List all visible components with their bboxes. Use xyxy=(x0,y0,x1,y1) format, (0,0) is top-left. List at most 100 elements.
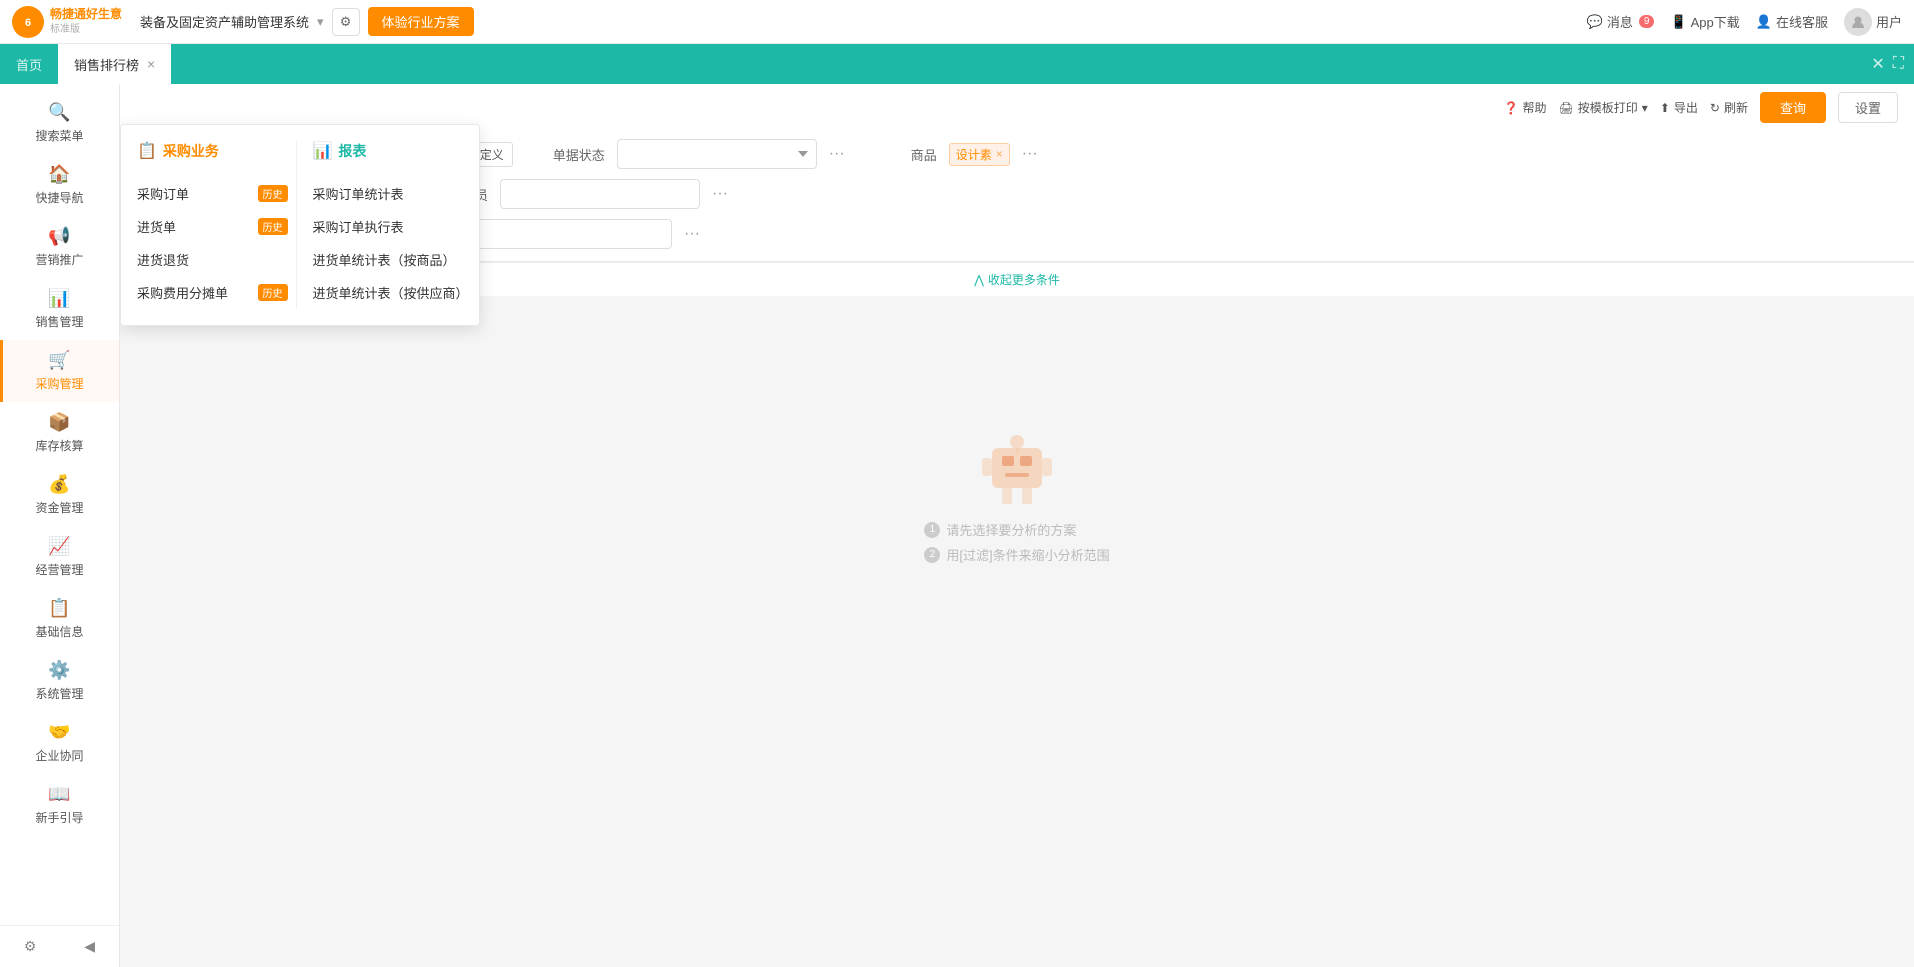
help-btn[interactable]: ❓ 帮助 xyxy=(1504,92,1547,123)
dropdown-item-purchase-order[interactable]: 采购订单 历史 xyxy=(137,177,288,210)
message-badge: 9 xyxy=(1639,15,1655,28)
dropdown-item-receipt-by-goods[interactable]: 进货单统计表（按商品） xyxy=(313,243,464,276)
online-service-btn[interactable]: 👤 在线客服 xyxy=(1756,12,1828,31)
finance-icon: 💰 xyxy=(48,474,70,495)
guide-icon: 📖 xyxy=(48,784,70,805)
top-header: 6 畅捷通好生意 标准版 装备及固定资产辅助管理系统 ▾ ⚙ 体验行业方案 💬 … xyxy=(0,0,1914,44)
sidebar-item-inventory[interactable]: 📦 库存核算 xyxy=(0,402,119,464)
customer-input[interactable] xyxy=(472,219,672,249)
system-title: 装备及固定资产辅助管理系统 xyxy=(140,12,309,31)
header-settings-btn[interactable]: ⚙ xyxy=(332,8,360,36)
refresh-btn[interactable]: ↻ 刷新 xyxy=(1710,92,1748,123)
doc-status-label: 单据状态 xyxy=(545,145,605,164)
dropdown-item-po-stats[interactable]: 采购订单统计表 xyxy=(313,177,464,210)
svg-text:6: 6 xyxy=(25,17,31,29)
content-area: 📋 采购业务 采购订单 历史 进货单 历史 进货退货 xyxy=(120,84,1914,967)
goods-tag-area: 设计素 × xyxy=(949,143,1010,166)
logo-text: 畅捷通好生意 标准版 xyxy=(50,7,122,36)
query-button[interactable]: 查询 xyxy=(1760,92,1826,123)
sidebar-item-enterprise[interactable]: 🤝 企业协同 xyxy=(0,712,119,774)
header-middle: 装备及固定资产辅助管理系统 ▾ ⚙ 体验行业方案 xyxy=(132,7,1587,36)
refresh-icon: ↻ xyxy=(1710,101,1720,115)
sidebar: 🔍 搜索菜单 🏠 快捷导航 📢 营销推广 📊 销售管理 🛒 采购管理 📦 库存核… xyxy=(0,84,120,967)
system-dropdown-arrow[interactable]: ▾ xyxy=(317,14,324,30)
collapse-icon: ⋀ xyxy=(974,273,984,287)
dropdown-col-report: 📊 报表 采购订单统计表 采购订单执行表 进货单统计表（按商品） 进货单统计表（… xyxy=(296,141,464,309)
sales-icon: 📊 xyxy=(48,288,70,309)
inventory-icon: 📦 xyxy=(48,412,70,433)
sidebar-item-purchase[interactable]: 🛒 采购管理 xyxy=(0,340,119,402)
tab-bar: 首页 销售排行榜 ✕ ⛶ xyxy=(0,44,1914,84)
salesperson-input[interactable] xyxy=(500,179,700,209)
home-icon: 🏠 xyxy=(48,164,70,185)
sidebar-item-navigation[interactable]: 🏠 快捷导航 xyxy=(0,154,119,216)
sidebar-collapse-btn[interactable]: ◀ xyxy=(84,938,95,955)
goods-label: 商品 xyxy=(877,145,937,164)
print-dropdown-icon[interactable]: ▾ xyxy=(1642,101,1648,115)
tip-num-1: 1 xyxy=(924,522,940,538)
salesperson-more[interactable]: ··· xyxy=(712,185,728,203)
app-download-btn[interactable]: 📱 App下载 xyxy=(1670,12,1739,31)
sidebar-item-finance[interactable]: 💰 资金管理 xyxy=(0,464,119,526)
main-layout: 🔍 搜索菜单 🏠 快捷导航 📢 营销推广 📊 销售管理 🛒 采购管理 📦 库存核… xyxy=(0,84,1914,967)
sidebar-item-management[interactable]: 📈 经营管理 xyxy=(0,526,119,588)
tab-close-icon[interactable]: ✕ xyxy=(1871,54,1884,74)
enterprise-icon: 🤝 xyxy=(48,722,70,743)
filter-toolbar: ❓ 帮助 🖨 按模板打印 ▾ ⬆ 导出 ↻ 刷新 查询 设置 xyxy=(120,84,1914,127)
sidebar-item-search[interactable]: 🔍 搜索菜单 xyxy=(0,92,119,154)
header-right: 💬 消息 9 📱 App下载 👤 在线客服 用户 xyxy=(1587,8,1902,36)
sidebar-item-basic-info[interactable]: 📋 基础信息 xyxy=(0,588,119,650)
tip-2: 2 用[过滤]条件来缩小分析范围 xyxy=(924,545,1109,564)
dropdown-col1-title: 📋 采购业务 xyxy=(137,141,288,165)
empty-tips: 1 请先选择要分析的方案 2 用[过滤]条件来缩小分析范围 xyxy=(924,520,1109,564)
sidebar-item-marketing[interactable]: 📢 营销推广 xyxy=(0,216,119,278)
dropdown-item-receipt-by-supplier[interactable]: 进货单统计表（按供应商） xyxy=(313,276,464,309)
avatar xyxy=(1844,8,1872,36)
tab-sales-rank[interactable]: 销售排行榜 xyxy=(58,44,171,84)
dropdown-col2-title: 📊 报表 xyxy=(313,141,464,165)
goods-tag-close[interactable]: × xyxy=(996,147,1003,161)
dropdown-item-goods-return[interactable]: 进货退货 xyxy=(137,243,288,276)
doc-status-select[interactable] xyxy=(617,139,817,169)
empty-state: 1 请先选择要分析的方案 2 用[过滤]条件来缩小分析范围 xyxy=(120,296,1914,696)
tab-bar-end: ✕ ⛶ xyxy=(1871,54,1914,74)
info-icon: 📋 xyxy=(48,598,70,619)
sidebar-item-guide[interactable]: 📖 新手引导 xyxy=(0,774,119,836)
tab-home[interactable]: 首页 xyxy=(0,44,58,84)
dropdown-item-goods-receipt[interactable]: 进货单 历史 xyxy=(137,210,288,243)
management-icon: 📈 xyxy=(48,536,70,557)
tab-expand-icon[interactable]: ⛶ xyxy=(1893,55,1904,73)
message-icon: 💬 xyxy=(1587,14,1603,30)
search-icon: 🔍 xyxy=(48,102,70,123)
col2-icon: 📊 xyxy=(313,141,333,161)
purchase-icon: 🛒 xyxy=(48,350,70,371)
sidebar-item-system[interactable]: ⚙️ 系统管理 xyxy=(0,650,119,712)
settings-button[interactable]: 设置 xyxy=(1838,92,1898,123)
doc-status-more[interactable]: ··· xyxy=(829,145,845,163)
industry-button[interactable]: 体验行业方案 xyxy=(368,7,474,36)
user-btn[interactable]: 用户 xyxy=(1844,8,1902,36)
dropdown-cols: 📋 采购业务 采购订单 历史 进货单 历史 进货退货 xyxy=(137,141,463,309)
message-btn[interactable]: 💬 消息 9 xyxy=(1587,12,1655,31)
logo-area: 6 畅捷通好生意 标准版 xyxy=(12,6,132,38)
tip-1: 1 请先选择要分析的方案 xyxy=(924,520,1109,539)
print-btn[interactable]: 🖨 按模板打印 ▾ xyxy=(1559,92,1648,123)
sidebar-bottom: ⚙ ◀ xyxy=(0,925,119,967)
customer-more[interactable]: ··· xyxy=(684,225,700,243)
dropdown-col-purchase: 📋 采购业务 采购订单 历史 进货单 历史 进货退货 xyxy=(137,141,288,309)
marketing-icon: 📢 xyxy=(48,226,70,247)
service-icon: 👤 xyxy=(1756,14,1772,30)
sidebar-item-sales[interactable]: 📊 销售管理 xyxy=(0,278,119,340)
dropdown-item-po-exec[interactable]: 采购订单执行表 xyxy=(313,210,464,243)
help-icon: ❓ xyxy=(1504,101,1519,115)
dropdown-menu: 📋 采购业务 采购订单 历史 进货单 历史 进货退货 xyxy=(120,124,480,326)
tip-num-2: 2 xyxy=(924,547,940,563)
goods-more[interactable]: ··· xyxy=(1022,145,1038,163)
sidebar-settings-btn[interactable]: ⚙ xyxy=(24,938,37,955)
col1-icon: 📋 xyxy=(137,141,157,161)
dropdown-item-purchase-cost[interactable]: 采购费用分摊单 历史 xyxy=(137,276,288,309)
goods-tag: 设计素 × xyxy=(949,143,1010,166)
print-icon: 🖨 xyxy=(1559,101,1574,115)
export-btn[interactable]: ⬆ 导出 xyxy=(1660,92,1698,123)
export-icon: ⬆ xyxy=(1660,101,1670,115)
